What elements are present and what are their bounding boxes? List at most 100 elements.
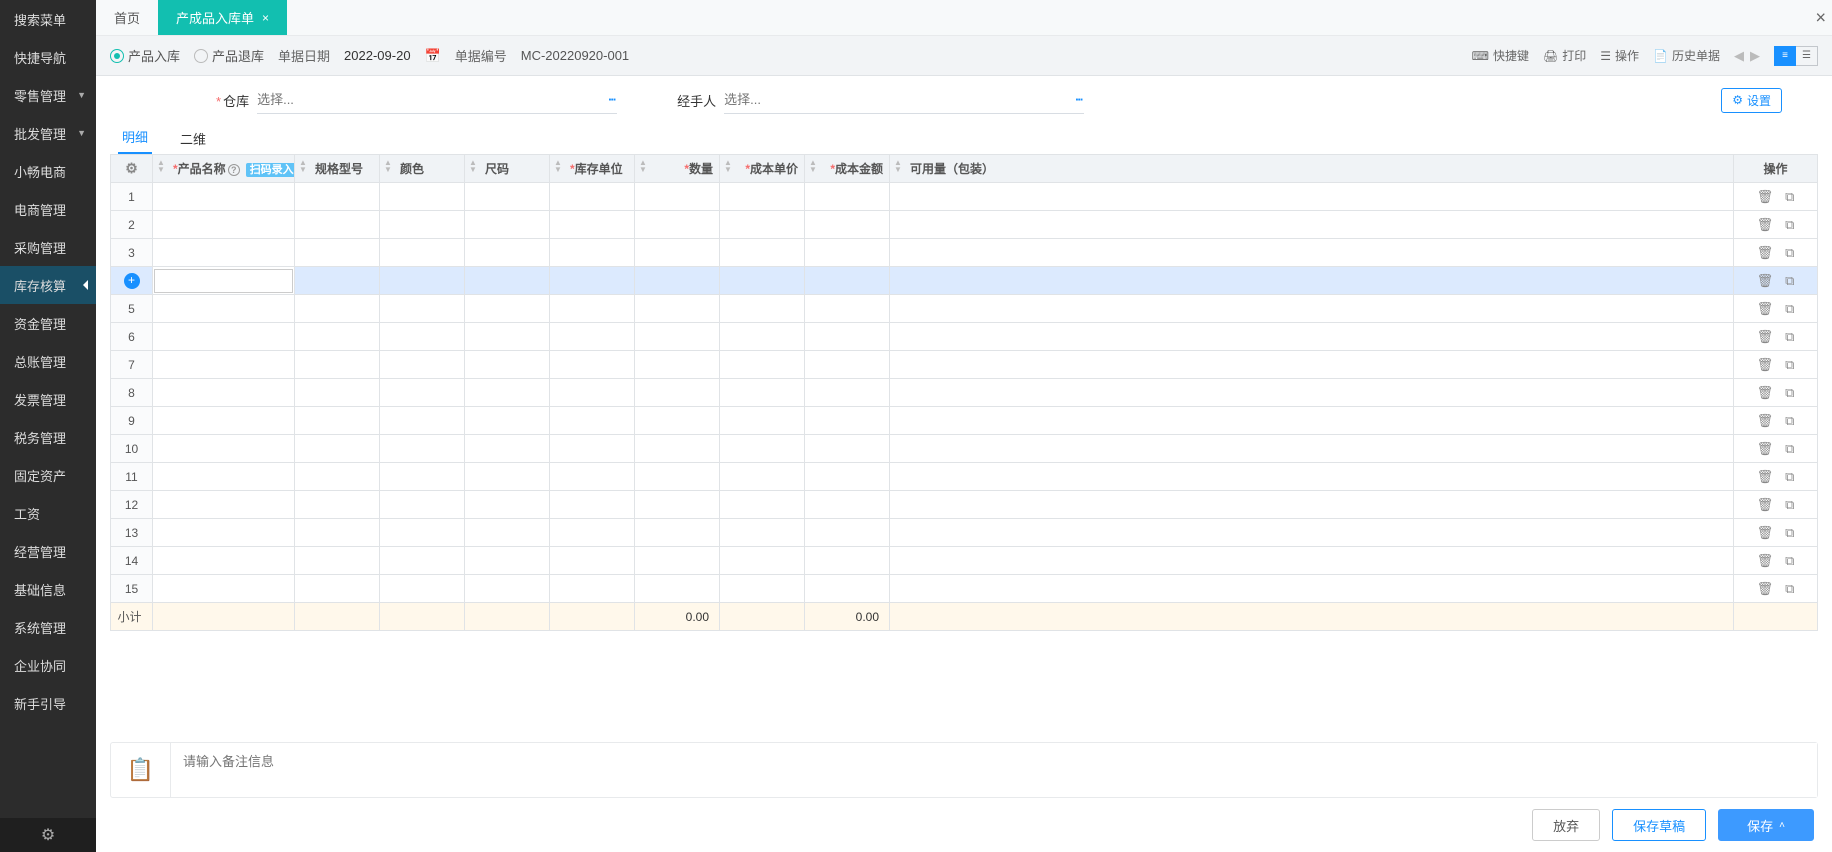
cell[interactable] [550,547,635,575]
cell[interactable] [890,491,1734,519]
copy-row-icon[interactable]: ⧉ [1785,301,1794,317]
cell[interactable] [720,183,805,211]
copy-row-icon[interactable]: ⧉ [1785,245,1794,261]
calendar-icon[interactable]: 📅 [425,48,441,64]
cell[interactable] [805,379,890,407]
delete-row-icon[interactable]: 🗑 [1757,525,1774,541]
cell[interactable] [805,267,890,295]
cell[interactable] [805,463,890,491]
column-settings-icon[interactable]: ⚙ [111,155,153,183]
table-row[interactable]: 12🗑⧉ [111,491,1818,519]
cell[interactable] [465,463,550,491]
more-icon[interactable]: ··· [608,92,615,107]
table-row[interactable]: + 🗑 ⧉ [111,267,1818,295]
cell[interactable] [465,547,550,575]
cell[interactable] [635,575,720,603]
tab-home[interactable]: 首页 [96,0,158,35]
table-row[interactable]: 14🗑⧉ [111,547,1818,575]
warehouse-input[interactable] [257,92,617,107]
cell[interactable] [890,351,1734,379]
cell[interactable] [550,435,635,463]
cell[interactable] [153,463,295,491]
doc-date-value[interactable]: 2022-09-20 [344,48,411,63]
cell[interactable] [380,491,465,519]
cell[interactable] [380,183,465,211]
cell[interactable] [635,519,720,547]
cell[interactable] [550,351,635,379]
cell[interactable] [550,295,635,323]
copy-row-icon[interactable]: ⧉ [1785,469,1794,485]
sidebar-item-17[interactable]: 企业协同 [0,646,96,684]
radio-product-return[interactable]: 产品退库 [194,46,264,65]
th-unit[interactable]: ▲▼*库存单位 [550,155,635,183]
cell[interactable] [550,183,635,211]
sidebar-item-12[interactable]: 固定资产 [0,456,96,494]
cell[interactable] [295,519,380,547]
cell[interactable] [380,295,465,323]
cell[interactable] [465,491,550,519]
scan-badge[interactable]: 扫码录入 [246,163,295,177]
discard-button[interactable]: 放弃 [1532,809,1600,841]
cell[interactable] [635,379,720,407]
copy-row-icon[interactable]: ⧉ [1785,357,1794,373]
cell[interactable] [380,323,465,351]
cell[interactable] [635,351,720,379]
delete-row-icon[interactable]: 🗑 [1757,301,1774,317]
print-link[interactable]: 🖨打印 [1543,47,1586,64]
cell[interactable] [890,295,1734,323]
settings-button[interactable]: ⚙设置 [1721,88,1782,113]
cell[interactable] [635,435,720,463]
cell[interactable] [380,407,465,435]
th-product-name[interactable]: ▲▼*产品名称?扫码录入 [153,155,295,183]
cell[interactable] [720,323,805,351]
cell[interactable] [380,351,465,379]
cell[interactable] [465,323,550,351]
cell[interactable] [550,463,635,491]
cell[interactable] [550,519,635,547]
history-link[interactable]: 📄历史单据 [1653,47,1720,64]
table-row[interactable]: 15🗑⧉ [111,575,1818,603]
cell[interactable] [890,435,1734,463]
cell[interactable] [465,407,550,435]
cell[interactable] [153,575,295,603]
cell[interactable] [295,575,380,603]
cell[interactable] [380,267,465,295]
cell[interactable] [720,295,805,323]
cell[interactable] [153,211,295,239]
cell[interactable] [890,547,1734,575]
cell[interactable] [805,519,890,547]
cell[interactable] [890,239,1734,267]
table-row[interactable]: 6🗑⧉ [111,323,1818,351]
cell[interactable] [805,435,890,463]
cell[interactable] [635,295,720,323]
cell[interactable] [153,491,295,519]
copy-row-icon[interactable]: ⧉ [1785,441,1794,457]
sidebar-item-2[interactable]: 零售管理▼ [0,76,96,114]
cell[interactable] [550,323,635,351]
cell[interactable] [890,407,1734,435]
cell[interactable] [295,267,380,295]
cell[interactable] [890,267,1734,295]
cell[interactable] [295,351,380,379]
help-icon[interactable]: ? [228,164,240,176]
cell[interactable] [465,351,550,379]
delete-row-icon[interactable]: 🗑 [1757,273,1774,289]
sidebar-item-4[interactable]: 小畅电商 [0,152,96,190]
radio-product-in[interactable]: 产品入库 [110,46,180,65]
copy-row-icon[interactable]: ⧉ [1785,189,1794,205]
sidebar-item-9[interactable]: 总账管理 [0,342,96,380]
table-row[interactable]: 11🗑⧉ [111,463,1818,491]
add-row-icon[interactable]: + [124,273,140,289]
notes-input[interactable] [171,743,1817,797]
sidebar-item-10[interactable]: 发票管理 [0,380,96,418]
cell[interactable] [890,323,1734,351]
sidebar-item-7[interactable]: 库存核算 [0,266,96,304]
cell[interactable] [153,379,295,407]
copy-row-icon[interactable]: ⧉ [1785,273,1794,289]
cell[interactable] [890,575,1734,603]
cell[interactable] [465,295,550,323]
cell[interactable] [295,239,380,267]
cell[interactable] [890,379,1734,407]
sidebar-settings-icon[interactable]: ⚙ [0,818,96,852]
cell[interactable] [380,519,465,547]
